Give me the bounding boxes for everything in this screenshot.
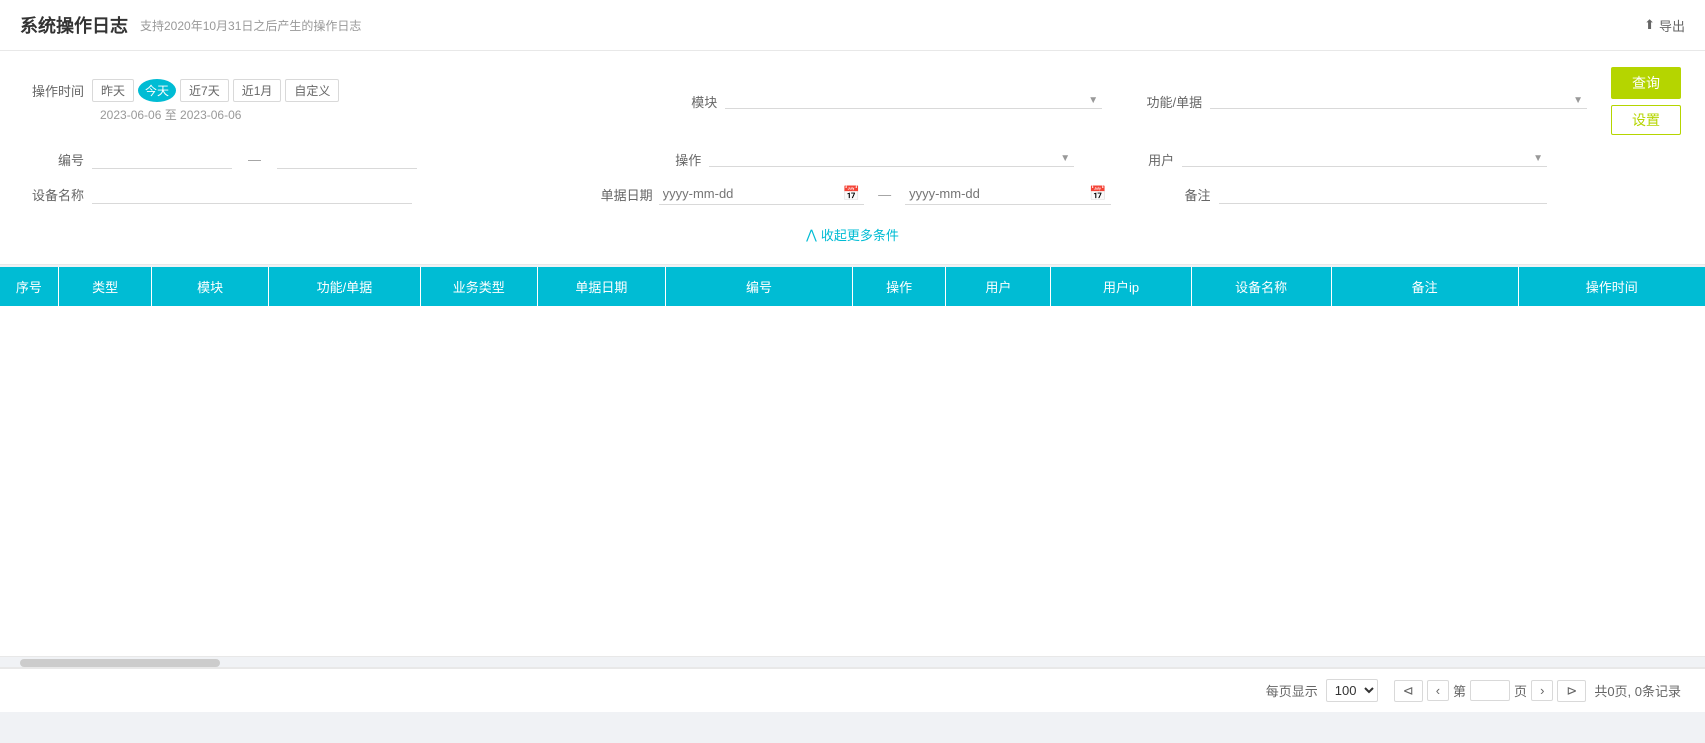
next-page-button[interactable]: › xyxy=(1531,680,1553,701)
date-range-text: 2023-06-06 至 2023-06-06 xyxy=(100,108,241,122)
page-unit: 页 xyxy=(1514,681,1527,700)
number-input-end[interactable] xyxy=(277,149,417,169)
collapse-bar[interactable]: ⋀ 收起更多条件 xyxy=(24,219,1681,256)
table-header-row: 序号 类型 模块 功能/单据 业务类型 单据日期 编号 操作 用户 用户ip 设… xyxy=(0,267,1705,306)
time-btn-today[interactable]: 今天 xyxy=(138,79,176,102)
time-btn-7days[interactable]: 近7天 xyxy=(180,79,229,102)
time-label: 操作时间 xyxy=(24,81,84,100)
scrollbar-thumb[interactable] xyxy=(20,659,220,667)
filter-section: 操作时间 昨天 今天 近7天 近1月 自定义 2023-06-06 至 2023… xyxy=(0,51,1705,265)
module-label: 模块 xyxy=(657,92,717,111)
remark-filter-group: 备注 xyxy=(1151,184,1547,204)
page-subtitle: 支持2020年10月31日之后产生的操作日志 xyxy=(140,17,361,34)
col-sequence: 序号 xyxy=(0,267,58,306)
action-buttons: 查询 设置 xyxy=(1611,67,1681,135)
device-label: 设备名称 xyxy=(24,185,84,204)
function-label: 功能/单据 xyxy=(1142,92,1202,111)
page-header: 系统操作日志 支持2020年10月31日之后产生的操作日志 ⬆ 导出 xyxy=(0,0,1705,51)
time-filter-group: 操作时间 昨天 今天 近7天 近1月 自定义 2023-06-06 至 2023… xyxy=(24,79,617,123)
horizontal-scrollbar[interactable] xyxy=(0,656,1705,668)
prev-page-button[interactable]: ‹ xyxy=(1427,680,1449,701)
col-operation: 操作 xyxy=(852,267,945,306)
col-biztype: 业务类型 xyxy=(420,267,537,306)
col-user: 用户 xyxy=(946,267,1051,306)
first-page-button[interactable]: ⊲ xyxy=(1394,680,1423,702)
table-section: 序号 类型 模块 功能/单据 业务类型 单据日期 编号 操作 用户 用户ip 设… xyxy=(0,267,1705,656)
function-select[interactable]: ▼ xyxy=(1210,93,1587,109)
col-optime: 操作时间 xyxy=(1518,267,1705,306)
operation-label: 操作 xyxy=(641,150,701,169)
user-chevron-icon: ▼ xyxy=(1533,153,1543,164)
date-end-input[interactable] xyxy=(909,186,1085,201)
col-device: 设备名称 xyxy=(1191,267,1331,306)
total-text: 共0页, 0条记录 xyxy=(1594,681,1681,700)
export-button[interactable]: ⬆ 导出 xyxy=(1644,16,1685,35)
remark-input[interactable] xyxy=(1219,184,1547,204)
col-voucherdate: 单据日期 xyxy=(537,267,665,306)
time-btn-custom[interactable]: 自定义 xyxy=(285,79,339,102)
collapse-up-icon: ⋀ xyxy=(806,227,817,243)
operation-select[interactable]: ▼ xyxy=(709,151,1074,167)
empty-area xyxy=(0,306,1705,656)
time-btn-1month[interactable]: 近1月 xyxy=(233,79,282,102)
device-filter-group: 设备名称 xyxy=(24,184,553,204)
col-remark: 备注 xyxy=(1331,267,1518,306)
page-label: 第 xyxy=(1453,681,1466,700)
collapse-label: 收起更多条件 xyxy=(821,225,899,244)
module-filter-group: 模块 ▼ xyxy=(657,92,1102,111)
user-select[interactable]: ▼ xyxy=(1182,151,1547,167)
title-group: 系统操作日志 支持2020年10月31日之后产生的操作日志 xyxy=(20,12,361,38)
time-btn-yesterday[interactable]: 昨天 xyxy=(92,79,134,102)
date-start-input[interactable] xyxy=(663,186,839,201)
date-start-wrapper: 📅 xyxy=(659,183,864,205)
time-buttons: 昨天 今天 近7天 近1月 自定义 xyxy=(92,79,339,102)
operation-filter-group: 操作 ▼ xyxy=(641,150,1074,169)
bottom-bar: 每页显示 100 50 200 ⊲ ‹ 第 1 页 › ⊳ 共0页, 0条记录 xyxy=(0,668,1705,712)
page-size-label: 每页显示 xyxy=(1266,681,1318,700)
page-title: 系统操作日志 xyxy=(20,12,128,38)
page-number-input[interactable]: 1 xyxy=(1470,680,1510,701)
filter-row-2: 编号 — 操作 ▼ 用户 ▼ xyxy=(24,149,1681,169)
user-label: 用户 xyxy=(1114,150,1174,169)
voucher-date-filter-group: 单据日期 📅 — 📅 xyxy=(593,183,1111,205)
export-icon: ⬆ xyxy=(1644,17,1655,33)
col-type: 类型 xyxy=(58,267,151,306)
function-filter-group: 功能/单据 ▼ xyxy=(1142,92,1587,111)
number-label: 编号 xyxy=(24,150,84,169)
col-userip: 用户ip xyxy=(1051,267,1191,306)
filter-row-3: 设备名称 单据日期 📅 — 📅 备注 xyxy=(24,183,1681,205)
module-chevron-icon: ▼ xyxy=(1088,95,1098,106)
user-filter-group: 用户 ▼ xyxy=(1114,150,1547,169)
calendar-end-icon[interactable]: 📅 xyxy=(1089,185,1106,202)
device-input[interactable] xyxy=(92,184,412,204)
table-header: 序号 类型 模块 功能/单据 业务类型 单据日期 编号 操作 用户 用户ip 设… xyxy=(0,267,1705,306)
data-table: 序号 类型 模块 功能/单据 业务类型 单据日期 编号 操作 用户 用户ip 设… xyxy=(0,267,1705,306)
module-select[interactable]: ▼ xyxy=(725,93,1102,109)
operation-chevron-icon: ▼ xyxy=(1060,153,1070,164)
calendar-start-icon[interactable]: 📅 xyxy=(843,185,860,202)
date-end-wrapper: 📅 xyxy=(905,183,1110,205)
page-size-select[interactable]: 100 50 200 xyxy=(1326,679,1378,702)
remark-label: 备注 xyxy=(1151,185,1211,204)
last-page-button[interactable]: ⊳ xyxy=(1557,680,1586,702)
query-button[interactable]: 查询 xyxy=(1611,67,1681,99)
number-input-start[interactable] xyxy=(92,149,232,169)
col-module: 模块 xyxy=(152,267,269,306)
settings-button[interactable]: 设置 xyxy=(1611,105,1681,135)
number-filter-group: 编号 — xyxy=(24,149,601,169)
voucher-date-label: 单据日期 xyxy=(593,185,653,204)
col-number: 编号 xyxy=(666,267,853,306)
col-function: 功能/单据 xyxy=(269,267,421,306)
filter-row-1: 操作时间 昨天 今天 近7天 近1月 自定义 2023-06-06 至 2023… xyxy=(24,67,1681,135)
pagination: ⊲ ‹ 第 1 页 › ⊳ xyxy=(1394,680,1587,702)
function-chevron-icon: ▼ xyxy=(1573,95,1583,106)
